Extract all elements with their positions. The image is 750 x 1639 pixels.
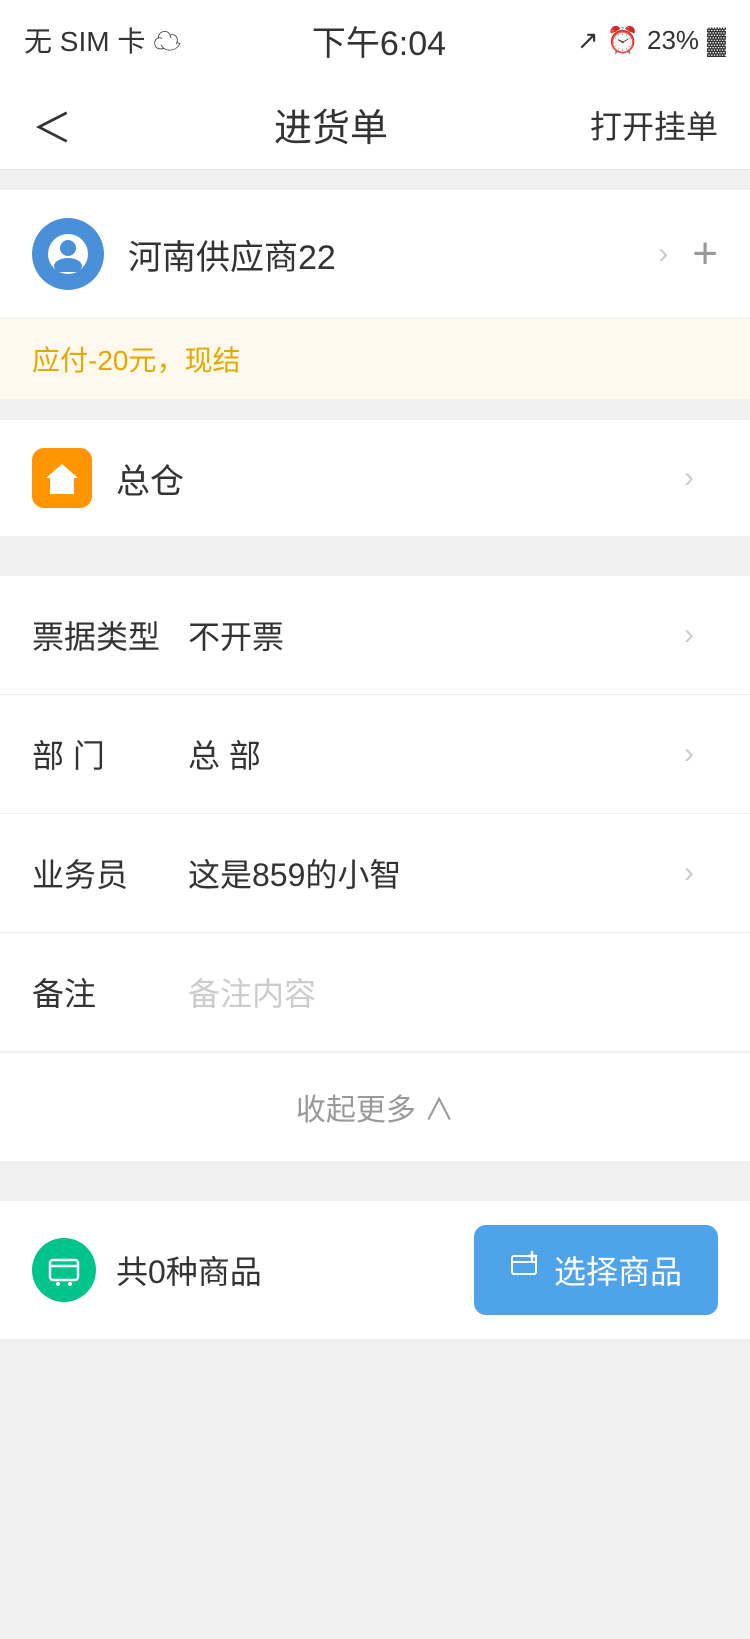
notice-banner: 应付-20元，现结 — [0, 319, 750, 400]
avatar — [32, 218, 104, 290]
bottom-divider — [0, 1161, 750, 1181]
remark-input[interactable]: 备注内容 — [172, 969, 718, 1015]
status-right: ↗ ⏰ 23% ▓ — [577, 25, 726, 56]
warehouse-chevron-icon: › — [684, 461, 694, 495]
add-icon[interactable]: + — [692, 229, 718, 279]
supplier-row[interactable]: 河南供应商22 › + — [0, 190, 750, 319]
warehouse-icon — [32, 448, 92, 508]
warehouse-row[interactable]: 总仓 › — [0, 420, 750, 536]
sim-wifi-label: 无 SIM 卡 ☁ — [24, 20, 181, 60]
back-button[interactable]: ＜ — [32, 96, 72, 154]
cart-svg-icon — [46, 1252, 82, 1288]
salesperson-row[interactable]: 业务员 这是859的小智 › — [0, 814, 750, 933]
user-svg-icon — [50, 236, 86, 272]
product-icon — [32, 1238, 96, 1302]
top-divider — [0, 170, 750, 190]
invoice-type-value: 不开票 — [172, 612, 684, 658]
status-bar: 无 SIM 卡 ☁ 下午6:04 ↗ ⏰ 23% ▓ — [0, 0, 750, 80]
background-fill — [0, 1339, 750, 1639]
department-chevron-icon: › — [684, 737, 694, 771]
battery-label: 23% — [647, 25, 699, 56]
form-section: 票据类型 不开票 › 部 门 总 部 › 业务员 这是859的小智 › 备注 备… — [0, 576, 750, 1161]
avatar-icon — [48, 234, 88, 274]
invoice-type-row[interactable]: 票据类型 不开票 › — [0, 576, 750, 695]
collapse-button[interactable]: 收起更多 ∧ — [0, 1052, 750, 1161]
location-icon: ↗ — [577, 25, 599, 56]
department-row[interactable]: 部 门 总 部 › — [0, 695, 750, 814]
warehouse-section: 总仓 › — [0, 420, 750, 536]
select-product-label: 选择商品 — [554, 1247, 682, 1293]
status-left: 无 SIM 卡 ☁ — [24, 20, 181, 60]
product-count-label: 共0种商品 — [116, 1247, 474, 1293]
page-title: 进货单 — [274, 97, 388, 152]
remark-row[interactable]: 备注 备注内容 — [0, 933, 750, 1052]
warehouse-name: 总仓 — [116, 454, 684, 503]
department-value: 总 部 — [172, 731, 684, 777]
mid-divider-2 — [0, 536, 750, 556]
notice-text: 应付-20元，现结 — [32, 345, 240, 376]
salesperson-chevron-icon: › — [684, 856, 694, 890]
invoice-type-chevron-icon: › — [684, 618, 694, 652]
supplier-section: 河南供应商22 › + 应付-20元，现结 — [0, 190, 750, 400]
invoice-type-label: 票据类型 — [32, 612, 172, 658]
department-label: 部 门 — [32, 731, 172, 777]
bottom-product-bar: 共0种商品 选择商品 — [0, 1201, 750, 1339]
battery-icon: ▓ — [707, 25, 726, 56]
select-product-button[interactable]: 选择商品 — [474, 1225, 718, 1315]
salesperson-value: 这是859的小智 — [172, 850, 684, 896]
select-cart-icon — [510, 1250, 542, 1282]
salesperson-label: 业务员 — [32, 850, 172, 896]
alarm-icon: ⏰ — [607, 25, 639, 56]
chevron-right-icon: › — [658, 237, 668, 271]
status-time: 下午6:04 — [312, 16, 446, 65]
open-pending-button[interactable]: 打开挂单 — [590, 102, 718, 148]
select-btn-icon — [510, 1250, 542, 1290]
home-svg-icon — [44, 460, 80, 496]
supplier-name: 河南供应商22 — [128, 230, 658, 279]
remark-label: 备注 — [32, 969, 172, 1015]
mid-divider-1 — [0, 400, 750, 420]
nav-bar: ＜ 进货单 打开挂单 — [0, 80, 750, 170]
